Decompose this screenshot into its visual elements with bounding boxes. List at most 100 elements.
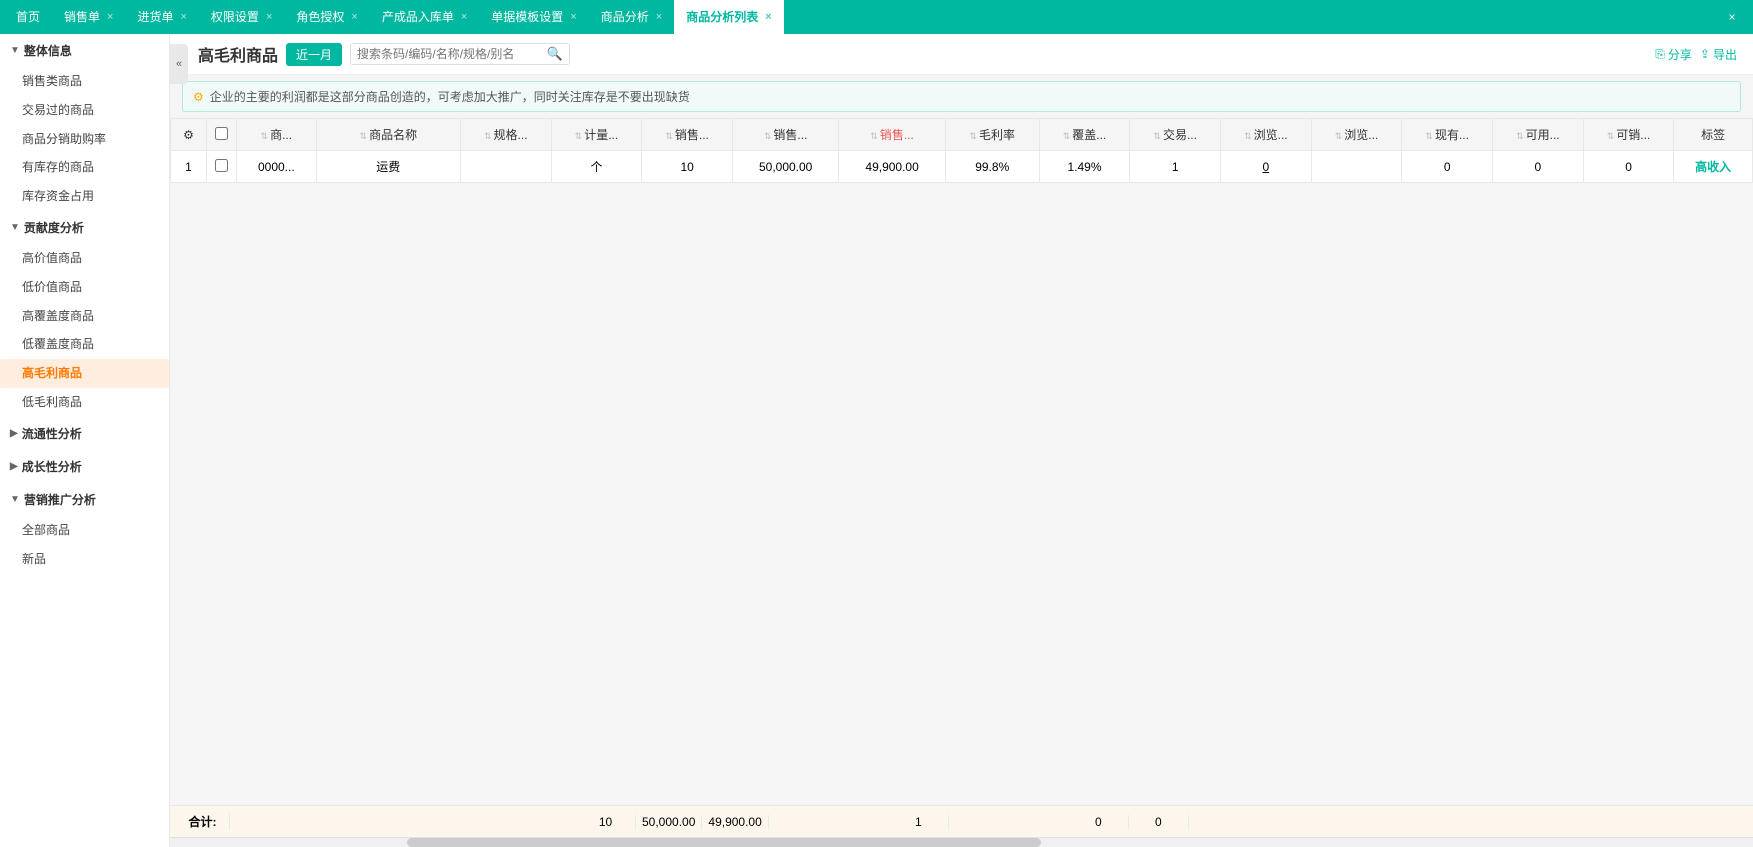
col-browse2[interactable]: ⇅浏览... xyxy=(1311,119,1402,151)
cell-sellable: 0 xyxy=(1583,151,1674,183)
sort-trans-icon: ⇅ xyxy=(1153,131,1161,141)
col-gross-rate[interactable]: ⇅毛利率 xyxy=(945,119,1039,151)
share-icon: ⎘ xyxy=(1655,47,1665,62)
sidebar-item-all-goods[interactable]: 全部商品 xyxy=(0,516,169,545)
sidebar-item-low-coverage[interactable]: 低覆盖度商品 xyxy=(0,330,169,359)
cell-index: 1 xyxy=(171,151,207,183)
horizontal-scrollbar[interactable] xyxy=(170,837,1753,847)
nav-purchase-close[interactable]: × xyxy=(180,0,186,34)
sidebar-item-in-stock[interactable]: 有库存的商品 xyxy=(0,153,169,182)
content-area: « 高毛利商品 近一月 🔍 ⎘ 分享 ⇪ 导出 ⚙ 企 xyxy=(170,34,1753,847)
arrow-growth-icon: ▶ xyxy=(10,461,18,472)
footer-available: 0 xyxy=(1129,815,1189,829)
nav-permission-close[interactable]: × xyxy=(266,0,272,34)
sidebar-group-contribution[interactable]: ▼ 贡献度分析 xyxy=(0,211,169,244)
content-header: 高毛利商品 近一月 🔍 ⎘ 分享 ⇪ 导出 xyxy=(170,34,1753,75)
col-sales2[interactable]: ⇅销售... xyxy=(732,119,838,151)
sidebar-item-high-coverage[interactable]: 高覆盖度商品 xyxy=(0,302,169,331)
sort-gross-icon: ⇅ xyxy=(969,131,977,141)
scrollbar-thumb[interactable] xyxy=(407,838,1040,847)
nav-role-close[interactable]: × xyxy=(351,0,357,34)
sort-coverage-icon: ⇅ xyxy=(1063,131,1071,141)
nav-product-inbound[interactable]: 产成品入库单 × xyxy=(370,0,479,34)
sidebar-item-distribution-rate[interactable]: 商品分销助购率 xyxy=(0,125,169,154)
table-header-row: ⚙ ⇅商... ⇅商品名称 ⇅规格... ⇅计量... ⇅销售... ⇅销售..… xyxy=(171,119,1753,151)
search-input[interactable] xyxy=(357,47,547,61)
select-all-checkbox[interactable] xyxy=(215,127,228,140)
cell-sales2: 50,000.00 xyxy=(732,151,838,183)
footer-sales3: 49,900.00 xyxy=(702,815,768,829)
filter-month-button[interactable]: 近一月 xyxy=(286,43,342,66)
col-settings[interactable]: ⚙ xyxy=(171,119,207,151)
col-sellable[interactable]: ⇅可销... xyxy=(1583,119,1674,151)
search-wrap: 🔍 xyxy=(350,43,570,65)
sidebar-item-new-goods[interactable]: 新品 xyxy=(0,545,169,574)
sidebar-item-low-value[interactable]: 低价值商品 xyxy=(0,273,169,302)
nav-product-analysis-list[interactable]: 商品分析列表 × xyxy=(674,0,783,34)
footer-sales2: 50,000.00 xyxy=(636,815,702,829)
cell-coverage: 1.49% xyxy=(1039,151,1130,183)
sort-sales2-icon: ⇅ xyxy=(764,131,772,141)
sort-available-icon: ⇅ xyxy=(1516,131,1524,141)
cell-current: 0 xyxy=(1402,151,1493,183)
sidebar-collapse-button[interactable]: « xyxy=(170,44,188,84)
row-checkbox[interactable] xyxy=(215,159,228,172)
action-buttons: ⎘ 分享 ⇪ 导出 xyxy=(1655,46,1737,63)
nav-purchase[interactable]: 进货单 × xyxy=(125,0,198,34)
col-spec[interactable]: ⇅规格... xyxy=(460,119,551,151)
info-text: 企业的主要的利润都是这部分商品创造的，可考虑加大推广，同时关注库存是不要出现缺货 xyxy=(210,88,690,105)
sidebar-group-liquidity[interactable]: ▶ 流通性分析 xyxy=(0,417,169,450)
sort-spec-icon: ⇅ xyxy=(484,131,492,141)
col-unit[interactable]: ⇅计量... xyxy=(551,119,642,151)
cell-sales1: 10 xyxy=(642,151,733,183)
data-table-wrap[interactable]: ⚙ ⇅商... ⇅商品名称 ⇅规格... ⇅计量... ⇅销售... ⇅销售..… xyxy=(170,118,1753,805)
sidebar-group-marketing[interactable]: ▼ 营销推广分析 xyxy=(0,483,169,516)
col-coverage[interactable]: ⇅覆盖... xyxy=(1039,119,1130,151)
col-current[interactable]: ⇅现有... xyxy=(1402,119,1493,151)
data-table: ⚙ ⇅商... ⇅商品名称 ⇅规格... ⇅计量... ⇅销售... ⇅销售..… xyxy=(170,118,1753,183)
nav-product-analysis-close[interactable]: × xyxy=(656,0,662,34)
info-icon: ⚙ xyxy=(193,90,204,104)
nav-template-close[interactable]: × xyxy=(570,0,576,34)
cell-transactions: 1 xyxy=(1130,151,1221,183)
sidebar-item-sales-goods[interactable]: 销售类商品 xyxy=(0,67,169,96)
cell-name[interactable]: 运费 xyxy=(316,151,460,183)
search-icon[interactable]: 🔍 xyxy=(547,46,563,62)
cell-checkbox xyxy=(207,151,237,183)
sidebar-item-high-margin[interactable]: 高毛利商品 xyxy=(0,359,169,388)
nav-product-analysis[interactable]: 商品分析 × xyxy=(589,0,674,34)
col-transactions[interactable]: ⇅交易... xyxy=(1130,119,1221,151)
col-code[interactable]: ⇅商... xyxy=(237,119,317,151)
nav-role[interactable]: 角色授权 × xyxy=(284,0,369,34)
sidebar-item-low-margin[interactable]: 低毛利商品 xyxy=(0,388,169,417)
sort-unit-icon: ⇅ xyxy=(575,131,583,141)
window-close-button[interactable]: × xyxy=(1715,0,1749,34)
col-browse1[interactable]: ⇅浏览... xyxy=(1221,119,1312,151)
col-name[interactable]: ⇅商品名称 xyxy=(316,119,460,151)
nav-sales-close[interactable]: × xyxy=(107,0,113,34)
sort-sales3-icon: ⇅ xyxy=(870,131,878,141)
col-sales3[interactable]: ⇅销售... xyxy=(839,119,945,151)
nav-sales[interactable]: 销售单 × xyxy=(52,0,125,34)
export-button[interactable]: ⇪ 导出 xyxy=(1700,46,1737,63)
cell-available: 0 xyxy=(1493,151,1584,183)
col-available[interactable]: ⇅可用... xyxy=(1493,119,1584,151)
main-layout: ▼ 整体信息 销售类商品 交易过的商品 商品分销助购率 有库存的商品 库存资金占… xyxy=(0,34,1753,847)
nav-home[interactable]: 首页 xyxy=(4,0,52,34)
footer-current: 0 xyxy=(1069,815,1129,829)
nav-permission[interactable]: 权限设置 × xyxy=(199,0,284,34)
sidebar-item-high-value[interactable]: 高价值商品 xyxy=(0,244,169,273)
sidebar-group-overall[interactable]: ▼ 整体信息 xyxy=(0,34,169,67)
nav-product-analysis-list-close[interactable]: × xyxy=(765,0,771,34)
col-sales1[interactable]: ⇅销售... xyxy=(642,119,733,151)
sidebar-group-growth[interactable]: ▶ 成长性分析 xyxy=(0,450,169,483)
sort-browse1-icon: ⇅ xyxy=(1244,131,1252,141)
cell-browse1[interactable]: 0 xyxy=(1221,151,1312,183)
arrow-liquidity-icon: ▶ xyxy=(10,428,18,439)
nav-template-settings[interactable]: 单据模板设置 × xyxy=(479,0,588,34)
cell-code[interactable]: 0000... xyxy=(237,151,317,183)
share-button[interactable]: ⎘ 分享 xyxy=(1655,46,1692,63)
sidebar-item-stock-capital[interactable]: 库存资金占用 xyxy=(0,182,169,211)
nav-product-inbound-close[interactable]: × xyxy=(461,0,467,34)
sidebar-item-traded-goods[interactable]: 交易过的商品 xyxy=(0,96,169,125)
